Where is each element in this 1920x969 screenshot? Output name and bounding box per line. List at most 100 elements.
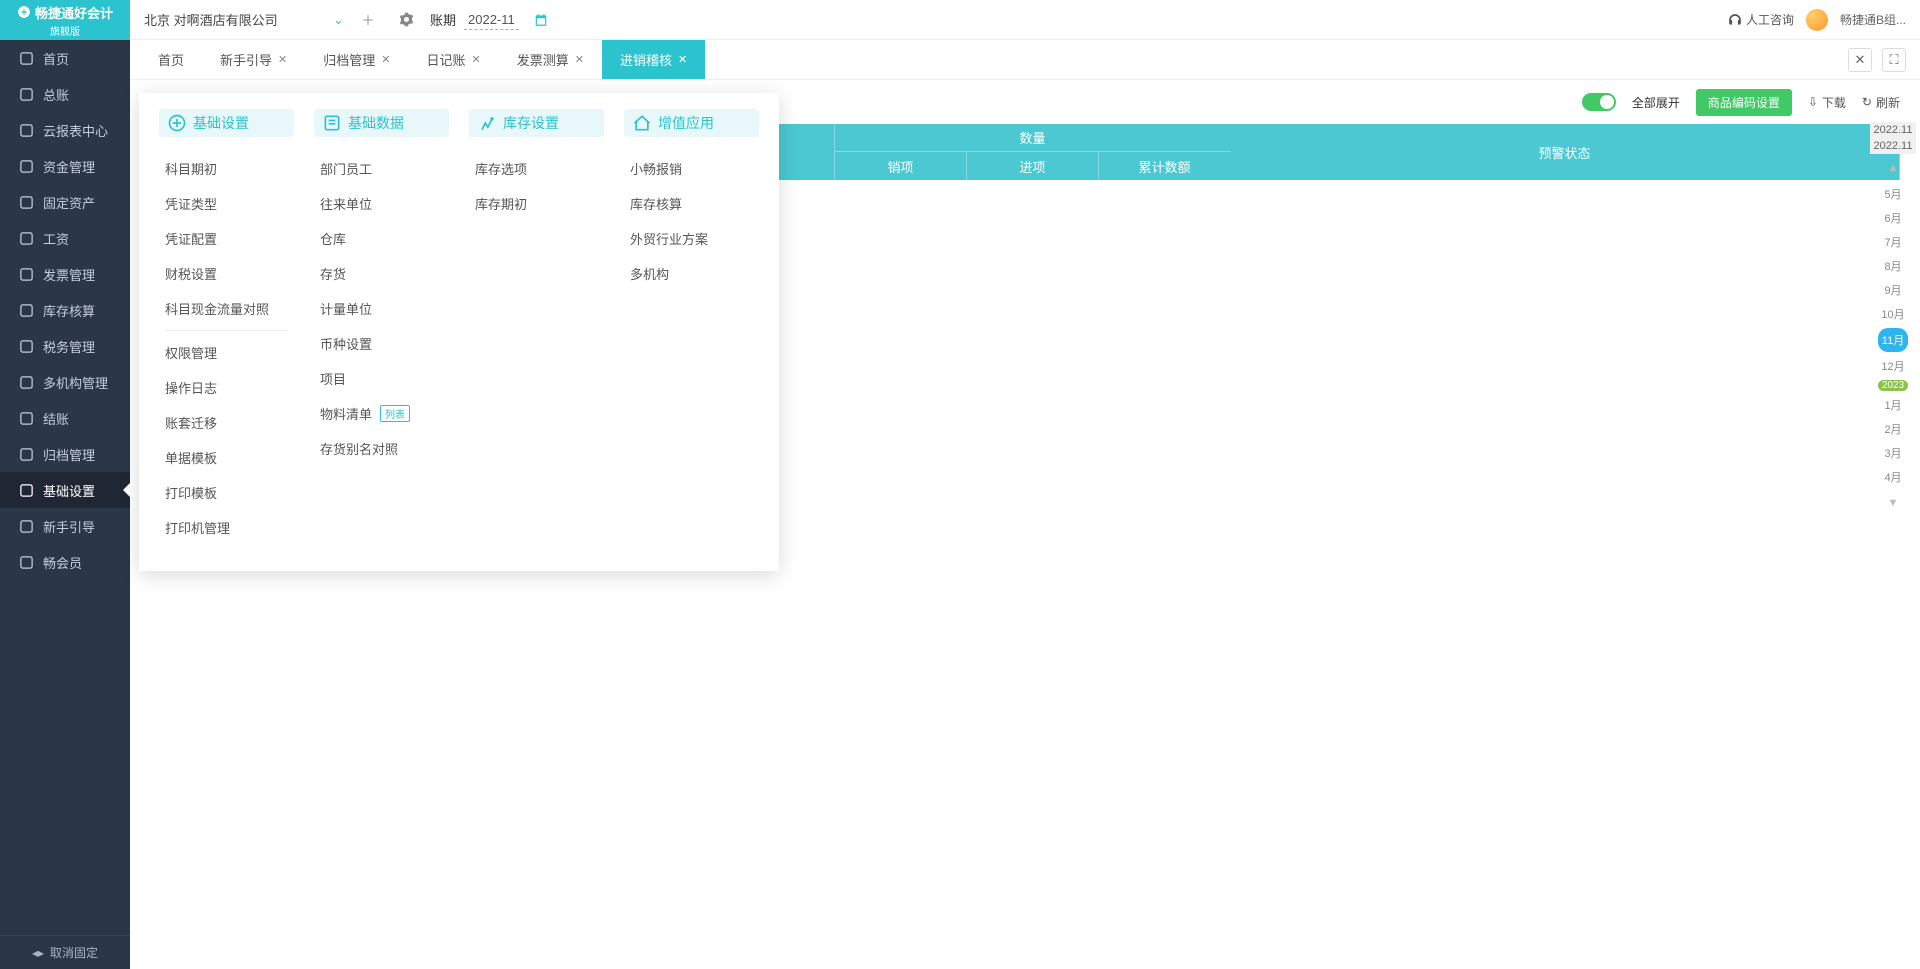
nav-label: 资金管理 xyxy=(43,157,95,176)
megamenu-item[interactable]: 打印机管理 xyxy=(159,510,294,545)
tab-2[interactable]: 归档管理✕ xyxy=(305,40,408,79)
chart-icon xyxy=(18,122,34,138)
timeline-month[interactable]: 7月 xyxy=(1881,230,1904,254)
salary-icon xyxy=(18,230,34,246)
tab-close-all-button[interactable]: ✕ xyxy=(1848,48,1872,72)
company-selector[interactable]: 北京 对啊酒店有限公司 ⌄ xyxy=(144,10,344,29)
code-settings-button[interactable]: 商品编码设置 xyxy=(1696,89,1792,116)
timeline-month[interactable]: 4月 xyxy=(1884,465,1901,489)
nav-item-14[interactable]: 畅会员 xyxy=(0,544,130,580)
nav-item-2[interactable]: 云报表中心 xyxy=(0,112,130,148)
add-company-button[interactable]: ＋ xyxy=(354,6,382,34)
megamenu-item[interactable]: 打印模板 xyxy=(159,475,294,510)
support-link[interactable]: 人工咨询 xyxy=(1728,11,1794,28)
tab-5[interactable]: 进销稽核✕ xyxy=(602,40,705,79)
megamenu-item-label: 外贸行业方案 xyxy=(630,229,708,248)
refresh-icon: ↻ xyxy=(1862,95,1872,109)
timeline-down-icon[interactable]: ▼ xyxy=(1883,493,1903,513)
megamenu-item[interactable]: 多机构 xyxy=(624,256,759,291)
nav-item-6[interactable]: 发票管理 xyxy=(0,256,130,292)
nav-item-1[interactable]: 总账 xyxy=(0,76,130,112)
nav-item-12[interactable]: 基础设置 xyxy=(0,472,130,508)
timeline-month-current[interactable]: 11月 xyxy=(1878,328,1908,352)
tab-label: 日记账 xyxy=(426,50,465,69)
megamenu-item[interactable]: 库存期初 xyxy=(469,186,604,221)
close-icon[interactable]: ✕ xyxy=(678,53,687,66)
fullscreen-button[interactable]: ⛶ xyxy=(1882,48,1906,72)
megamenu-item-label: 小畅报销 xyxy=(630,159,682,178)
th-warn-status: 预警状态 xyxy=(1230,124,1900,180)
company-settings-button[interactable] xyxy=(392,6,420,34)
close-icon[interactable]: ✕ xyxy=(472,53,481,66)
nav-item-13[interactable]: 新手引导 xyxy=(0,508,130,544)
avatar[interactable] xyxy=(1806,9,1828,31)
user-name[interactable]: 畅捷通B组... xyxy=(1840,11,1906,28)
download-button[interactable]: ⇩下载 xyxy=(1808,94,1846,111)
money-icon xyxy=(18,158,34,174)
megamenu-item[interactable]: 账套迁移 xyxy=(159,405,294,440)
megamenu-item[interactable]: 存货 xyxy=(314,256,449,291)
megamenu-item-label: 凭证配置 xyxy=(165,229,217,248)
close-icon[interactable]: ✕ xyxy=(278,53,287,66)
sidebar-footer-label: 取消固定 xyxy=(50,944,98,961)
tab-4[interactable]: 发票测算✕ xyxy=(499,40,602,79)
timeline-month[interactable]: 12月 xyxy=(1881,354,1904,378)
timeline-up-icon[interactable]: ▲ xyxy=(1883,158,1903,178)
nav-item-9[interactable]: 多机构管理 xyxy=(0,364,130,400)
timeline-month[interactable]: 8月 xyxy=(1881,254,1904,278)
nav-item-7[interactable]: 库存核算 xyxy=(0,292,130,328)
timeline-month[interactable]: 5月 xyxy=(1881,182,1904,206)
megamenu-item[interactable]: 库存选项 xyxy=(469,151,604,186)
timeline-year-top[interactable]: 2022.11 xyxy=(1870,122,1916,138)
megamenu-item[interactable]: 小畅报销 xyxy=(624,151,759,186)
tab-0[interactable]: 首页 xyxy=(140,40,202,79)
close-icon[interactable]: ✕ xyxy=(381,53,390,66)
megamenu-item[interactable]: 库存核算 xyxy=(624,186,759,221)
tab-1[interactable]: 新手引导✕ xyxy=(202,40,305,79)
megamenu-item[interactable]: 币种设置 xyxy=(314,326,449,361)
megamenu-item[interactable]: 科目现金流量对照 xyxy=(159,291,294,326)
period-value[interactable]: 2022-11 xyxy=(464,10,519,30)
download-icon: ⇩ xyxy=(1808,95,1818,109)
megamenu-item[interactable]: 往来单位 xyxy=(314,186,449,221)
megamenu-item-label: 操作日志 xyxy=(165,378,217,397)
nav-item-11[interactable]: 归档管理 xyxy=(0,436,130,472)
timeline-month[interactable]: 2月 xyxy=(1884,417,1901,441)
nav-item-3[interactable]: 资金管理 xyxy=(0,148,130,184)
megamenu-item[interactable]: 项目 xyxy=(314,361,449,396)
sidebar-pin-toggle[interactable]: ◂▸ 取消固定 xyxy=(0,935,130,969)
megamenu-item[interactable]: 外贸行业方案 xyxy=(624,221,759,256)
home-icon xyxy=(18,50,34,66)
megamenu-item[interactable]: 操作日志 xyxy=(159,370,294,405)
timeline-month[interactable]: 3月 xyxy=(1884,441,1901,465)
nav-item-8[interactable]: 税务管理 xyxy=(0,328,130,364)
timeline-month[interactable]: 6月 xyxy=(1881,206,1904,230)
megamenu-item[interactable]: 存货别名对照 xyxy=(314,431,449,466)
refresh-label: 刷新 xyxy=(1876,94,1900,111)
nav-item-10[interactable]: 结账 xyxy=(0,400,130,436)
megamenu-item[interactable]: 物料清单列表 xyxy=(314,396,449,431)
megamenu-item[interactable]: 凭证类型 xyxy=(159,186,294,221)
megamenu-item[interactable]: 财税设置 xyxy=(159,256,294,291)
timeline-year-top2[interactable]: 2022.11 xyxy=(1870,138,1916,154)
refresh-button[interactable]: ↻ 刷新 xyxy=(1862,94,1900,111)
megamenu-item[interactable]: 权限管理 xyxy=(159,335,294,370)
megamenu-item[interactable]: 凭证配置 xyxy=(159,221,294,256)
inventory-icon xyxy=(18,302,34,318)
megamenu-item[interactable]: 科目期初 xyxy=(159,151,294,186)
calendar-icon[interactable] xyxy=(527,6,555,34)
expand-all-toggle[interactable] xyxy=(1582,93,1616,111)
tab-3[interactable]: 日记账 ✕ xyxy=(408,40,498,79)
topbar: 北京 对啊酒店有限公司 ⌄ ＋ 账期 2022-11 人工咨询 畅捷通B组... xyxy=(130,0,1920,40)
nav-item-0[interactable]: 首页 xyxy=(0,40,130,76)
timeline-month[interactable]: 10月 xyxy=(1881,302,1904,326)
nav-item-5[interactable]: 工资 xyxy=(0,220,130,256)
timeline-month[interactable]: 1月 xyxy=(1884,393,1901,417)
close-icon[interactable]: ✕ xyxy=(575,53,584,66)
megamenu-item[interactable]: 仓库 xyxy=(314,221,449,256)
megamenu-item[interactable]: 单据模板 xyxy=(159,440,294,475)
megamenu-item[interactable]: 计量单位 xyxy=(314,291,449,326)
nav-item-4[interactable]: 固定资产 xyxy=(0,184,130,220)
timeline-month[interactable]: 9月 xyxy=(1881,278,1904,302)
megamenu-item[interactable]: 部门员工 xyxy=(314,151,449,186)
